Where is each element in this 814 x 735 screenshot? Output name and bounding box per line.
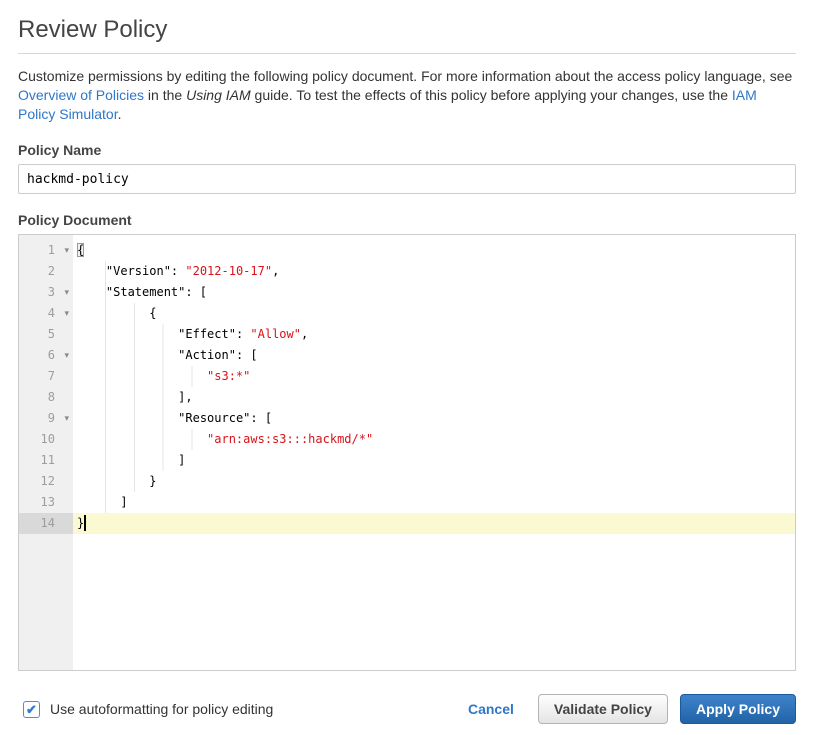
- gutter-line-number: 2: [19, 261, 73, 282]
- autoformat-option: ✔ Use autoformatting for policy editing: [18, 701, 468, 718]
- code-token: }: [77, 516, 84, 530]
- autoformat-label: Use autoformatting for policy editing: [50, 701, 273, 717]
- intro-text-before: Customize permissions by editing the fol…: [18, 68, 792, 84]
- code-line[interactable]: "s3:*": [73, 366, 795, 387]
- code-token: {: [77, 243, 84, 257]
- intro-text: Customize permissions by editing the fol…: [18, 67, 796, 124]
- fold-arrow-icon[interactable]: ▾: [64, 409, 69, 428]
- gutter-line-number: 10: [19, 429, 73, 450]
- gutter-line-number: 5: [19, 324, 73, 345]
- indent-guides: [77, 282, 106, 303]
- indent-guides: [77, 471, 149, 492]
- string-token: "2012-10-17": [185, 264, 272, 278]
- indent-guides: [77, 429, 207, 450]
- code-line[interactable]: {: [73, 303, 795, 324]
- code-token: {: [149, 306, 156, 320]
- gutter-line-number: 13: [19, 492, 73, 513]
- indent-guides: [77, 492, 120, 513]
- editor-code[interactable]: { "Version": "2012-10-17", "Statement": [ {…: [73, 235, 795, 670]
- fold-arrow-icon[interactable]: ▾: [64, 346, 69, 365]
- code-token: }: [149, 474, 156, 488]
- indent-guides: [77, 345, 178, 366]
- string-token: "s3:*": [207, 369, 250, 383]
- page-title: Review Policy: [18, 16, 796, 54]
- code-line[interactable]: "Action": [: [73, 345, 795, 366]
- policy-document-label: Policy Document: [18, 212, 796, 228]
- gutter-line-number: 4▾: [19, 303, 73, 324]
- code-line[interactable]: ]: [73, 492, 795, 513]
- fold-arrow-icon[interactable]: ▾: [64, 241, 69, 260]
- gutter-line-number: 9▾: [19, 408, 73, 429]
- policy-name-label: Policy Name: [18, 142, 796, 158]
- footer-bar: ✔ Use autoformatting for policy editing …: [18, 694, 796, 724]
- code-token: "Resource": [: [178, 411, 272, 425]
- code-line[interactable]: }: [73, 471, 795, 492]
- intro-text-mid1: in the: [144, 87, 186, 103]
- indent-guides: [77, 303, 149, 324]
- gutter-line-number: 6▾: [19, 345, 73, 366]
- review-policy-page: Review Policy Customize permissions by e…: [0, 16, 814, 724]
- code-line[interactable]: "Effect": "Allow",: [73, 324, 795, 345]
- intro-text-mid2: guide. To test the effects of this polic…: [251, 87, 732, 103]
- code-token: ]: [120, 495, 127, 509]
- indent-guides: [77, 450, 178, 471]
- code-line[interactable]: "arn:aws:s3:::hackmd/*": [73, 429, 795, 450]
- code-line[interactable]: }: [73, 513, 795, 534]
- gutter-line-number: 12: [19, 471, 73, 492]
- gutter-line-number: 1▾: [19, 240, 73, 261]
- apply-policy-button[interactable]: Apply Policy: [680, 694, 796, 724]
- check-icon: ✔: [26, 702, 37, 717]
- cancel-link[interactable]: Cancel: [468, 701, 514, 717]
- gutter-line-number: 7: [19, 366, 73, 387]
- code-token: "Statement": [: [106, 285, 207, 299]
- string-token: "arn:aws:s3:::hackmd/*": [207, 432, 373, 446]
- string-token: "Allow": [250, 327, 301, 341]
- gutter-line-number: 8: [19, 387, 73, 408]
- indent-guides: [77, 261, 106, 282]
- code-line[interactable]: "Version": "2012-10-17",: [73, 261, 795, 282]
- indent-guides: [77, 366, 207, 387]
- code-line[interactable]: "Statement": [: [73, 282, 795, 303]
- fold-arrow-icon[interactable]: ▾: [64, 283, 69, 302]
- gutter-line-number: 14: [19, 513, 73, 534]
- autoformat-checkbox[interactable]: ✔: [23, 701, 40, 718]
- code-token: ,: [301, 327, 308, 341]
- code-line[interactable]: {: [73, 240, 795, 261]
- using-iam-italic: Using IAM: [186, 87, 251, 103]
- code-token: ]: [178, 453, 185, 467]
- code-token: "Effect":: [178, 327, 250, 341]
- policy-editor[interactable]: 1▾23▾4▾56▾789▾1011121314 { "Version": "20…: [18, 234, 796, 671]
- editor-gutter: 1▾23▾4▾56▾789▾1011121314: [19, 235, 73, 670]
- code-line[interactable]: ],: [73, 387, 795, 408]
- indent-guides: [77, 408, 178, 429]
- validate-policy-button[interactable]: Validate Policy: [538, 694, 668, 724]
- gutter-line-number: 3▾: [19, 282, 73, 303]
- code-line[interactable]: "Resource": [: [73, 408, 795, 429]
- policy-name-input[interactable]: [18, 164, 796, 194]
- code-token: "Version":: [106, 264, 185, 278]
- indent-guides: [77, 324, 178, 345]
- fold-arrow-icon[interactable]: ▾: [64, 304, 69, 323]
- code-token: ],: [178, 390, 192, 404]
- indent-guides: [77, 387, 178, 408]
- gutter-line-number: 11: [19, 450, 73, 471]
- intro-text-after: .: [118, 106, 122, 122]
- overview-of-policies-link[interactable]: Overview of Policies: [18, 87, 144, 103]
- code-line[interactable]: ]: [73, 450, 795, 471]
- text-cursor: [84, 515, 86, 531]
- code-token: "Action": [: [178, 348, 257, 362]
- code-token: ,: [272, 264, 279, 278]
